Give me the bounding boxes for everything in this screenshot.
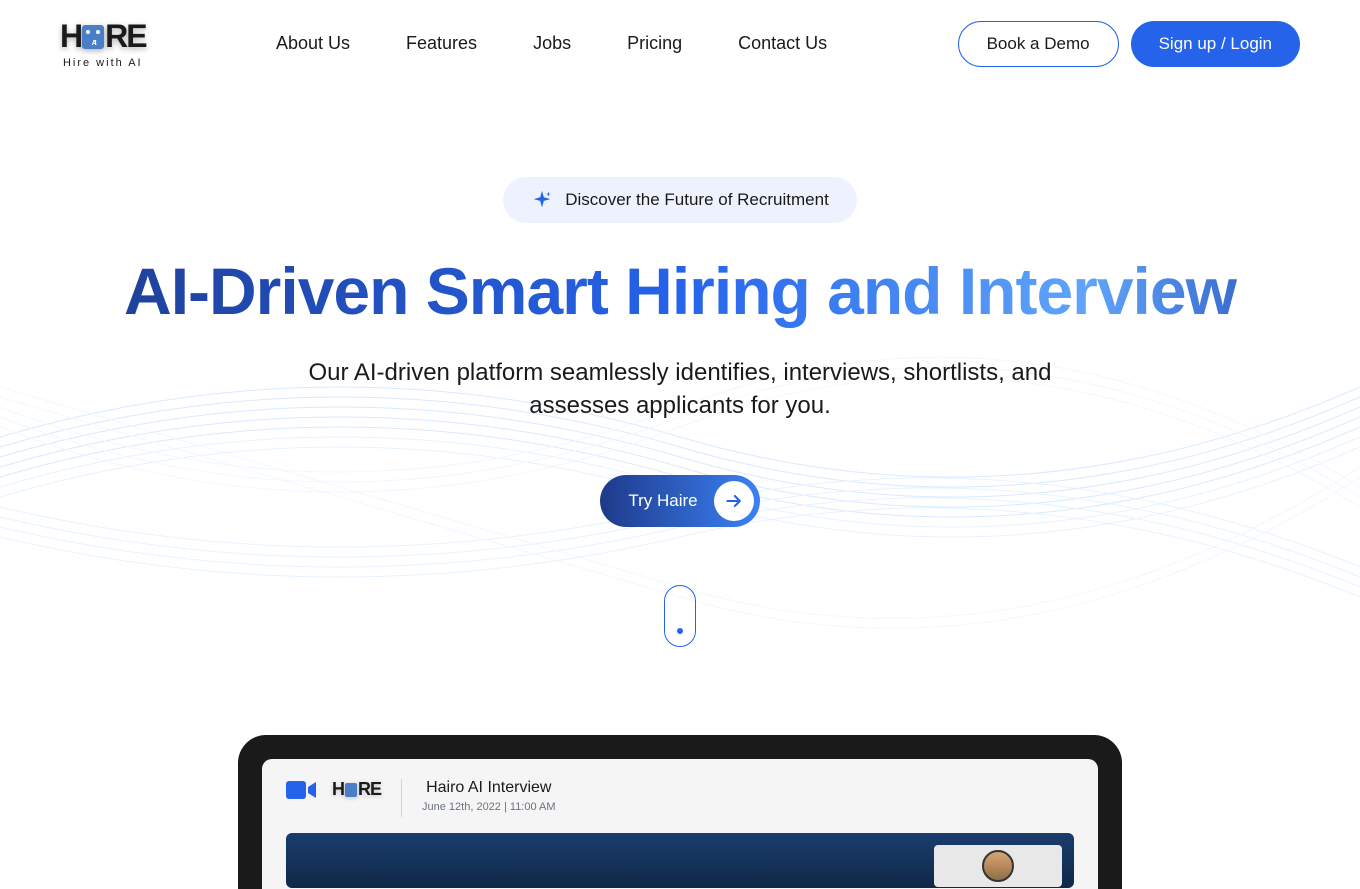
hero-subtitle: Our AI-driven platform seamlessly identi… bbox=[300, 356, 1060, 423]
device-frame: H RE Hairo AI Interview June 12th, 2022 … bbox=[238, 735, 1122, 889]
nav-link-jobs[interactable]: Jobs bbox=[533, 33, 571, 54]
hero-content: Discover the Future of Recruitment AI-Dr… bbox=[0, 177, 1360, 647]
screen-pip bbox=[934, 845, 1062, 887]
badge-text: Discover the Future of Recruitment bbox=[565, 190, 829, 210]
device-section: H RE Hairo AI Interview June 12th, 2022 … bbox=[0, 735, 1360, 889]
screen-divider bbox=[401, 779, 402, 817]
main-nav: About Us Features Jobs Pricing Contact U… bbox=[276, 33, 827, 54]
person-avatar-icon bbox=[982, 850, 1014, 882]
arrow-right-icon bbox=[724, 491, 744, 511]
logo-ai-box-icon: AI bbox=[82, 25, 104, 49]
signup-login-button[interactable]: Sign up / Login bbox=[1131, 21, 1300, 67]
screen-logo-prefix: H bbox=[332, 779, 344, 800]
video-camera-icon bbox=[286, 779, 316, 801]
interview-date: June 12th, 2022 | 11:00 AM bbox=[422, 801, 556, 813]
hero-section: Discover the Future of Recruitment AI-Dr… bbox=[0, 87, 1360, 889]
scroll-dot-icon bbox=[677, 628, 683, 634]
logo-main: H AI RE bbox=[60, 18, 146, 55]
logo[interactable]: H AI RE Hire with AI bbox=[60, 18, 146, 69]
try-haire-button[interactable]: Try Haire bbox=[600, 475, 759, 527]
scroll-indicator[interactable] bbox=[664, 585, 696, 647]
nav-link-features[interactable]: Features bbox=[406, 33, 477, 54]
screen-header: H RE Hairo AI Interview June 12th, 2022 … bbox=[286, 779, 1074, 817]
hero-title: AI-Driven Smart Hiring and Interview bbox=[0, 255, 1360, 328]
device-screen: H RE Hairo AI Interview June 12th, 2022 … bbox=[262, 759, 1098, 889]
interview-title: Hairo AI Interview bbox=[422, 779, 556, 797]
screen-video-area bbox=[286, 833, 1074, 888]
nav-link-contact[interactable]: Contact Us bbox=[738, 33, 827, 54]
screen-title-block: Hairo AI Interview June 12th, 2022 | 11:… bbox=[422, 779, 556, 813]
sparkle-icon bbox=[531, 189, 553, 211]
header-actions: Book a Demo Sign up / Login bbox=[958, 21, 1300, 67]
nav-link-about[interactable]: About Us bbox=[276, 33, 350, 54]
cta-label: Try Haire bbox=[628, 491, 697, 511]
screen-hire-logo: H RE bbox=[332, 779, 381, 800]
logo-tagline: Hire with AI bbox=[63, 57, 143, 69]
screen-logo-suffix: RE bbox=[358, 779, 381, 800]
nav-link-pricing[interactable]: Pricing bbox=[627, 33, 682, 54]
logo-prefix: H bbox=[60, 18, 81, 55]
hero-badge: Discover the Future of Recruitment bbox=[503, 177, 857, 223]
book-demo-button[interactable]: Book a Demo bbox=[958, 21, 1119, 67]
cta-circle bbox=[714, 481, 754, 521]
screen-logo-box-icon bbox=[345, 783, 357, 797]
logo-suffix: RE bbox=[105, 18, 145, 55]
screen-logo-group: H RE bbox=[286, 779, 381, 801]
header: H AI RE Hire with AI About Us Features J… bbox=[0, 0, 1360, 87]
